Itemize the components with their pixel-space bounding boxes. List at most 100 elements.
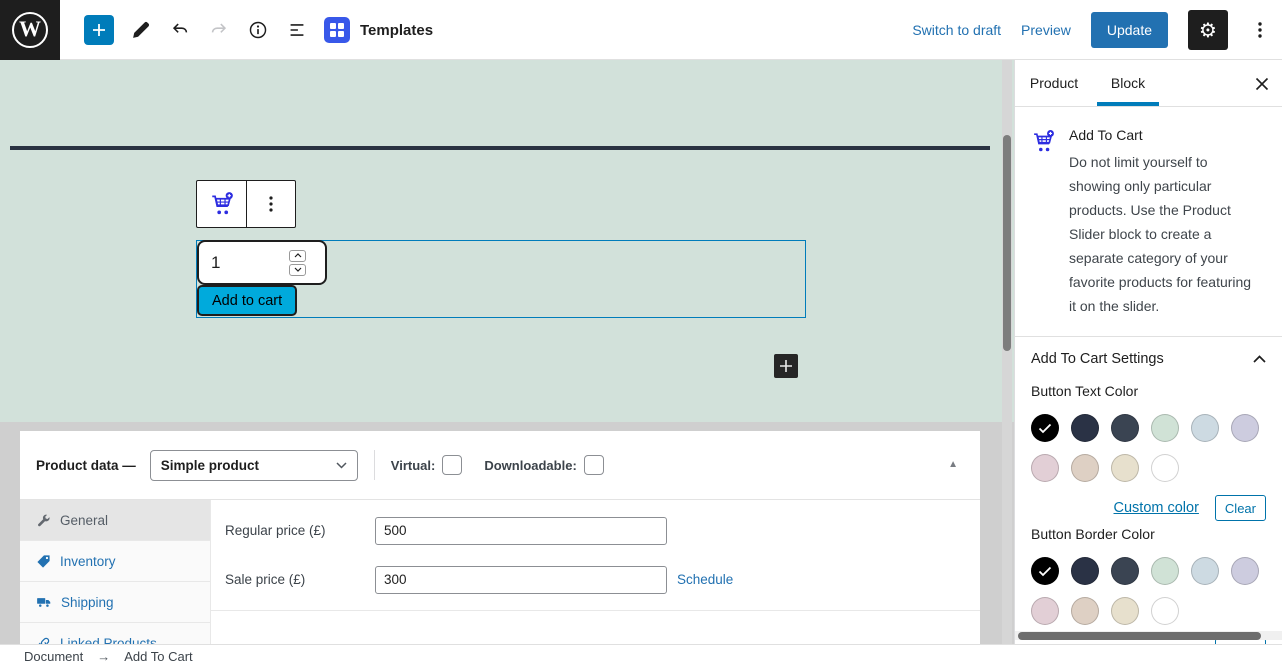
undo-button[interactable]	[168, 18, 192, 42]
block-title: Add To Cart	[1069, 127, 1143, 143]
tab-label: Product	[1029, 75, 1079, 91]
wordpress-logo[interactable]: W	[0, 0, 60, 60]
cart-icon	[1034, 130, 1054, 152]
color-swatch[interactable]	[1111, 597, 1139, 625]
add-to-cart-block[interactable]: Add to cart	[196, 240, 806, 318]
details-button[interactable]	[246, 18, 270, 42]
redo-button[interactable]	[207, 18, 231, 42]
color-swatch[interactable]	[1151, 597, 1179, 625]
options-menu-button[interactable]	[1248, 18, 1272, 42]
virtual-checkbox[interactable]	[442, 455, 463, 475]
regular-price-label: Regular price (£)	[225, 523, 326, 538]
color-swatch[interactable]	[1071, 597, 1099, 625]
wordpress-editor: W Templates Switch to draft Preview Upda…	[0, 0, 1282, 667]
tab-inventory[interactable]: Inventory	[20, 541, 210, 582]
truck-icon	[37, 597, 51, 607]
tab-product[interactable]: Product	[1017, 60, 1091, 106]
tab-shipping[interactable]: Shipping	[20, 582, 210, 623]
color-swatch[interactable]	[1151, 454, 1179, 482]
tools-button[interactable]	[129, 18, 153, 42]
quantity-increment-button[interactable]	[289, 249, 306, 262]
settings-gear-button[interactable]: ⚙	[1188, 10, 1228, 50]
custom-color-link[interactable]: Custom color	[1114, 500, 1199, 516]
product-type-value: Simple product	[160, 457, 260, 473]
sale-price-row: Sale price (£) Schedule	[211, 555, 980, 604]
add-to-cart-button[interactable]: Add to cart	[197, 285, 298, 316]
tab-label: Block	[1110, 75, 1146, 91]
chevron-up-icon	[1253, 354, 1266, 363]
canvas-scrollbar-thumb[interactable]	[1003, 135, 1011, 351]
quantity-decrement-button[interactable]	[289, 263, 306, 276]
color-swatch[interactable]	[1071, 454, 1099, 482]
color-swatch[interactable]	[1151, 557, 1179, 585]
color-swatch[interactable]	[1231, 414, 1259, 442]
product-data-tabs: General Inventory Shipping Linked Produc…	[20, 500, 211, 644]
sidebar-tabs: Product Block	[1015, 60, 1282, 107]
gear-icon: ⚙	[1199, 19, 1217, 42]
switch-to-draft-link[interactable]: Switch to draft	[912, 22, 1001, 38]
pricing-fields: Regular price (£) Sale price (£) Schedul…	[211, 500, 980, 644]
tag-icon	[37, 554, 50, 568]
regular-price-row: Regular price (£)	[211, 506, 980, 555]
block-appender-button[interactable]	[774, 354, 798, 378]
color-swatch[interactable]	[1031, 414, 1059, 442]
tab-general[interactable]: General	[20, 500, 210, 541]
preview-link[interactable]: Preview	[1021, 22, 1071, 38]
color-swatch[interactable]	[1071, 414, 1099, 442]
color-swatch[interactable]	[1191, 557, 1219, 585]
breadcrumb-block[interactable]: Add To Cart	[124, 649, 192, 664]
canvas-scrollbar-track[interactable]	[1002, 60, 1012, 644]
schedule-link[interactable]: Schedule	[677, 572, 733, 587]
chevron-down-icon	[336, 461, 347, 469]
sidebar-scrollbar-thumb[interactable]	[1018, 631, 1261, 640]
block-inserter-button[interactable]	[84, 15, 114, 45]
tab-block[interactable]: Block	[1091, 60, 1165, 106]
add-to-cart-settings-toggle[interactable]: Add To Cart Settings	[1015, 337, 1282, 380]
update-button[interactable]: Update	[1090, 12, 1168, 48]
color-swatch[interactable]	[1031, 597, 1059, 625]
product-type-select[interactable]: Simple product	[149, 449, 358, 481]
quantity-stepper	[289, 249, 306, 276]
template-separator	[10, 146, 990, 150]
color-swatch[interactable]	[1111, 414, 1139, 442]
sale-price-input[interactable]	[375, 565, 667, 594]
sidebar-scrollbar-track[interactable]	[1015, 631, 1282, 640]
product-data-title: Product data —	[36, 457, 136, 473]
color-swatch[interactable]	[1031, 454, 1059, 482]
list-view-button[interactable]	[285, 18, 309, 42]
tab-label: Inventory	[60, 553, 116, 569]
close-sidebar-button[interactable]	[1252, 74, 1272, 94]
downloadable-checkbox[interactable]	[583, 455, 604, 475]
template-chip[interactable]: Templates	[324, 17, 433, 43]
editor-canvas: Add to cart Product data — Simple produc…	[0, 60, 1014, 644]
regular-price-input[interactable]	[375, 516, 667, 545]
virtual-label: Virtual:	[390, 457, 436, 473]
color-swatch[interactable]	[1071, 557, 1099, 585]
block-info-text: Add To Cart Do not limit yourself to sho…	[1069, 127, 1253, 318]
chevron-up-icon	[294, 253, 301, 258]
block-type-button[interactable]	[197, 181, 246, 227]
quantity-field	[197, 240, 327, 285]
color-swatch[interactable]	[1231, 557, 1259, 585]
color-swatch[interactable]	[1111, 557, 1139, 585]
color-swatches	[1031, 414, 1261, 482]
template-preview[interactable]: Add to cart	[0, 60, 1014, 422]
quantity-input[interactable]	[199, 252, 287, 273]
topbar-left-tools: Templates	[84, 0, 433, 60]
divider	[373, 450, 375, 480]
button-border-color-label: Button Border Color	[1031, 526, 1155, 542]
tab-label: Linked Products	[60, 635, 157, 645]
check-icon	[1038, 566, 1052, 576]
downloadable-label: Downloadable:	[484, 457, 577, 473]
breadcrumb-document[interactable]: Document	[24, 649, 83, 664]
color-swatch[interactable]	[1111, 454, 1139, 482]
tab-linked-products[interactable]: Linked Products	[20, 623, 210, 644]
clear-button[interactable]: Clear	[1214, 495, 1266, 521]
collapse-panel-button[interactable]: ▲	[948, 459, 958, 470]
color-swatch[interactable]	[1191, 414, 1219, 442]
wrench-icon	[38, 514, 50, 526]
block-options-button[interactable]	[246, 181, 295, 227]
color-swatch[interactable]	[1151, 414, 1179, 442]
color-swatch[interactable]	[1031, 557, 1059, 585]
templates-icon	[324, 17, 350, 43]
